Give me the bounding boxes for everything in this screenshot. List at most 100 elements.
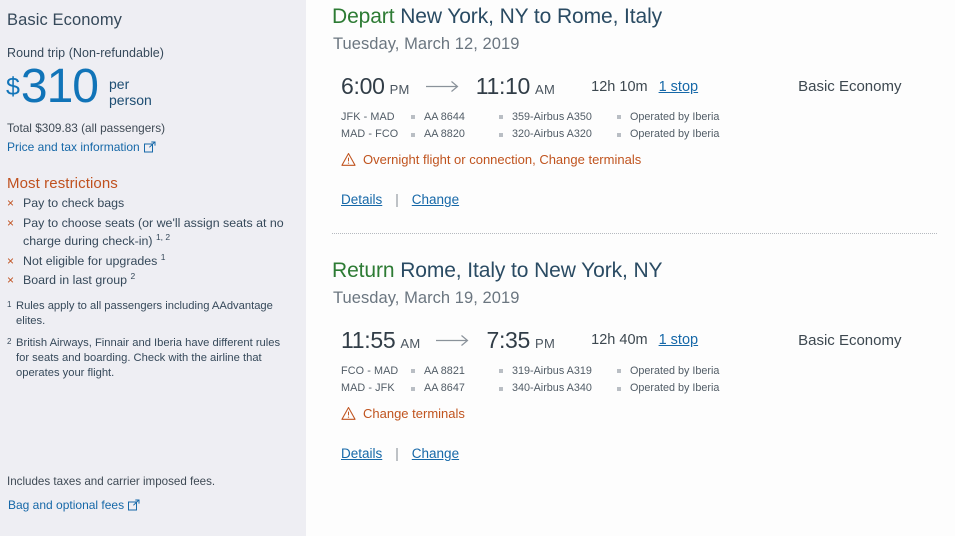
- footnotes-block: 1 Rules apply to all passengers includin…: [7, 299, 292, 380]
- fare-summary-sidebar: Basic Economy Round trip (Non-refundable…: [0, 0, 306, 536]
- segment-flight-number: AA 8644: [424, 111, 465, 123]
- currency-symbol: $: [6, 73, 20, 101]
- segment-row: MAD - JFK AA 8647 340-Airbus A340 Operat…: [341, 380, 955, 397]
- restriction-item: × Not eligible for upgrades 1: [7, 252, 292, 271]
- segment-flight-number: AA 8821: [424, 364, 465, 377]
- depart-duration: 12h 10m: [591, 78, 648, 95]
- segment-row: JFK - MAD AA 8644 359-Airbus A350 Operat…: [341, 109, 955, 126]
- restrictions-list: × Pay to check bags × Pay to choose seat…: [7, 194, 292, 290]
- return-warning: Change terminals: [341, 406, 955, 421]
- return-departure-ampm: AM: [400, 335, 421, 351]
- return-details-link[interactable]: Details: [341, 446, 382, 461]
- return-change-link[interactable]: Change: [412, 446, 459, 461]
- bag-fees-link-label: Bag and optional fees: [8, 498, 125, 512]
- segment-operator: Operated by Iberia: [630, 382, 720, 395]
- separator-square-icon: [411, 132, 415, 137]
- return-arrival-ampm: PM: [535, 335, 556, 351]
- separator-square-icon: [411, 386, 415, 391]
- return-segments: FCO - MAD AA 8821 319-Airbus A319 Operat…: [341, 363, 955, 398]
- return-date: Tuesday, March 19, 2019: [333, 288, 520, 307]
- restriction-text: Not eligible for upgrades: [23, 253, 158, 268]
- depart-arrival-ampm: AM: [535, 82, 556, 97]
- restriction-item: × Pay to check bags: [7, 194, 292, 213]
- warning-triangle-icon: [341, 152, 356, 167]
- per-person-line1: per: [109, 76, 130, 92]
- depart-direction-label: Depart: [332, 5, 395, 28]
- bag-and-optional-fees-link[interactable]: Bag and optional fees: [8, 498, 140, 512]
- restriction-footnote-ref: 1, 2: [155, 232, 171, 243]
- per-person-label: per person: [109, 76, 152, 108]
- return-leg-title: Return Rome, Italy to New York, NY: [332, 259, 955, 283]
- depart-departure-time: 6:00: [341, 73, 385, 99]
- external-link-icon: [128, 499, 140, 511]
- return-stops-link[interactable]: 1 stop: [659, 332, 699, 348]
- restriction-text: Pay to check bags: [23, 196, 125, 210]
- return-direction-label: Return: [332, 258, 395, 282]
- x-mark-icon: ×: [7, 215, 15, 230]
- separator-square-icon: [499, 386, 503, 391]
- restriction-item: × Board in last group 2: [7, 271, 292, 290]
- depart-stops-link[interactable]: 1 stop: [659, 79, 699, 95]
- return-duration: 12h 40m: [591, 332, 648, 349]
- depart-times-row: 6:00 PM 11:10 AM 12h 10m 1 stop Basic Ec…: [341, 73, 955, 100]
- depart-departure-ampm: PM: [389, 82, 410, 97]
- restrictions-heading: Most restrictions: [7, 175, 118, 192]
- depart-warning-text: Overnight flight or connection, Change t…: [363, 151, 642, 167]
- separator-square-icon: [617, 369, 621, 374]
- leg-divider: [332, 232, 937, 234]
- segment-route: JFK - MAD: [341, 111, 395, 123]
- separator-square-icon: [499, 132, 503, 137]
- footnote-number: 1: [7, 300, 12, 310]
- segment-equipment: 340-Airbus A340: [512, 382, 592, 395]
- depart-arrival-time: 11:10: [475, 73, 531, 99]
- price-tax-link-label: Price and tax information: [7, 140, 140, 154]
- price-and-tax-information-link[interactable]: Price and tax information: [7, 140, 156, 154]
- depart-leg-title: Depart New York, NY to Rome, Italy: [332, 5, 955, 29]
- footnote-text: Rules apply to all passengers including …: [16, 300, 273, 327]
- segment-route: MAD - FCO: [341, 128, 399, 141]
- depart-leg: Depart New York, NY to Rome, Italy Tuesd…: [330, 5, 955, 207]
- return-warning-text: Change terminals: [363, 405, 465, 421]
- itinerary-panel: Depart New York, NY to Rome, Italy Tuesd…: [306, 0, 955, 536]
- footnote-item: 2 British Airways, Finnair and Iberia ha…: [7, 336, 292, 381]
- footnote-item: 1 Rules apply to all passengers includin…: [7, 299, 292, 329]
- segment-equipment: 319-Airbus A319: [512, 364, 592, 377]
- per-person-line2: person: [109, 91, 152, 108]
- depart-change-link[interactable]: Change: [412, 192, 459, 207]
- external-link-icon: [143, 141, 156, 153]
- depart-details-link[interactable]: Details: [341, 192, 382, 207]
- separator-square-icon: [499, 369, 503, 374]
- trip-type-label: Round trip (Non-refundable): [7, 46, 164, 60]
- return-actions: Details | Change: [341, 446, 955, 461]
- segment-equipment: 359-Airbus A350: [512, 111, 592, 123]
- segment-flight-number: AA 8820: [424, 128, 465, 141]
- fare-title: Basic Economy: [7, 11, 123, 29]
- segment-equipment: 320-Airbus A320: [512, 128, 592, 141]
- x-mark-icon: ×: [7, 273, 15, 288]
- return-route-label: Rome, Italy to New York, NY: [400, 258, 663, 282]
- fare-detail-page: Basic Economy Round trip (Non-refundable…: [0, 0, 955, 536]
- restriction-text: Board in last group: [23, 273, 128, 288]
- depart-actions: Details | Change: [341, 192, 955, 207]
- action-separator: |: [395, 191, 399, 207]
- x-mark-icon: ×: [7, 196, 15, 210]
- segment-operator: Operated by Iberia: [630, 128, 720, 141]
- segment-route: MAD - JFK: [341, 382, 395, 395]
- segment-operator: Operated by Iberia: [630, 111, 720, 123]
- return-departure-time: 11:55: [341, 326, 396, 353]
- action-separator: |: [395, 445, 399, 461]
- footnote-text: British Airways, Finnair and Iberia have…: [16, 336, 281, 379]
- price-amount: 310: [20, 60, 99, 113]
- restriction-footnote-ref: 2: [130, 271, 136, 282]
- separator-square-icon: [617, 115, 621, 120]
- price-block: $ 310 per person: [6, 63, 292, 111]
- depart-date: Tuesday, March 12, 2019: [333, 35, 520, 53]
- x-mark-icon: ×: [7, 253, 15, 268]
- arrow-right-icon: [412, 80, 474, 93]
- return-arrival-time: 7:35: [486, 326, 531, 353]
- return-times-row: 11:55 AM 7:35 PM 12h 40m 1 stop Basic Ec…: [341, 327, 955, 354]
- restriction-footnote-ref: 1: [160, 251, 166, 262]
- separator-square-icon: [617, 386, 621, 391]
- sidebar-footer: Includes taxes and carrier imposed fees.…: [7, 475, 215, 514]
- segment-row: MAD - FCO AA 8820 320-Airbus A320 Operat…: [341, 126, 955, 143]
